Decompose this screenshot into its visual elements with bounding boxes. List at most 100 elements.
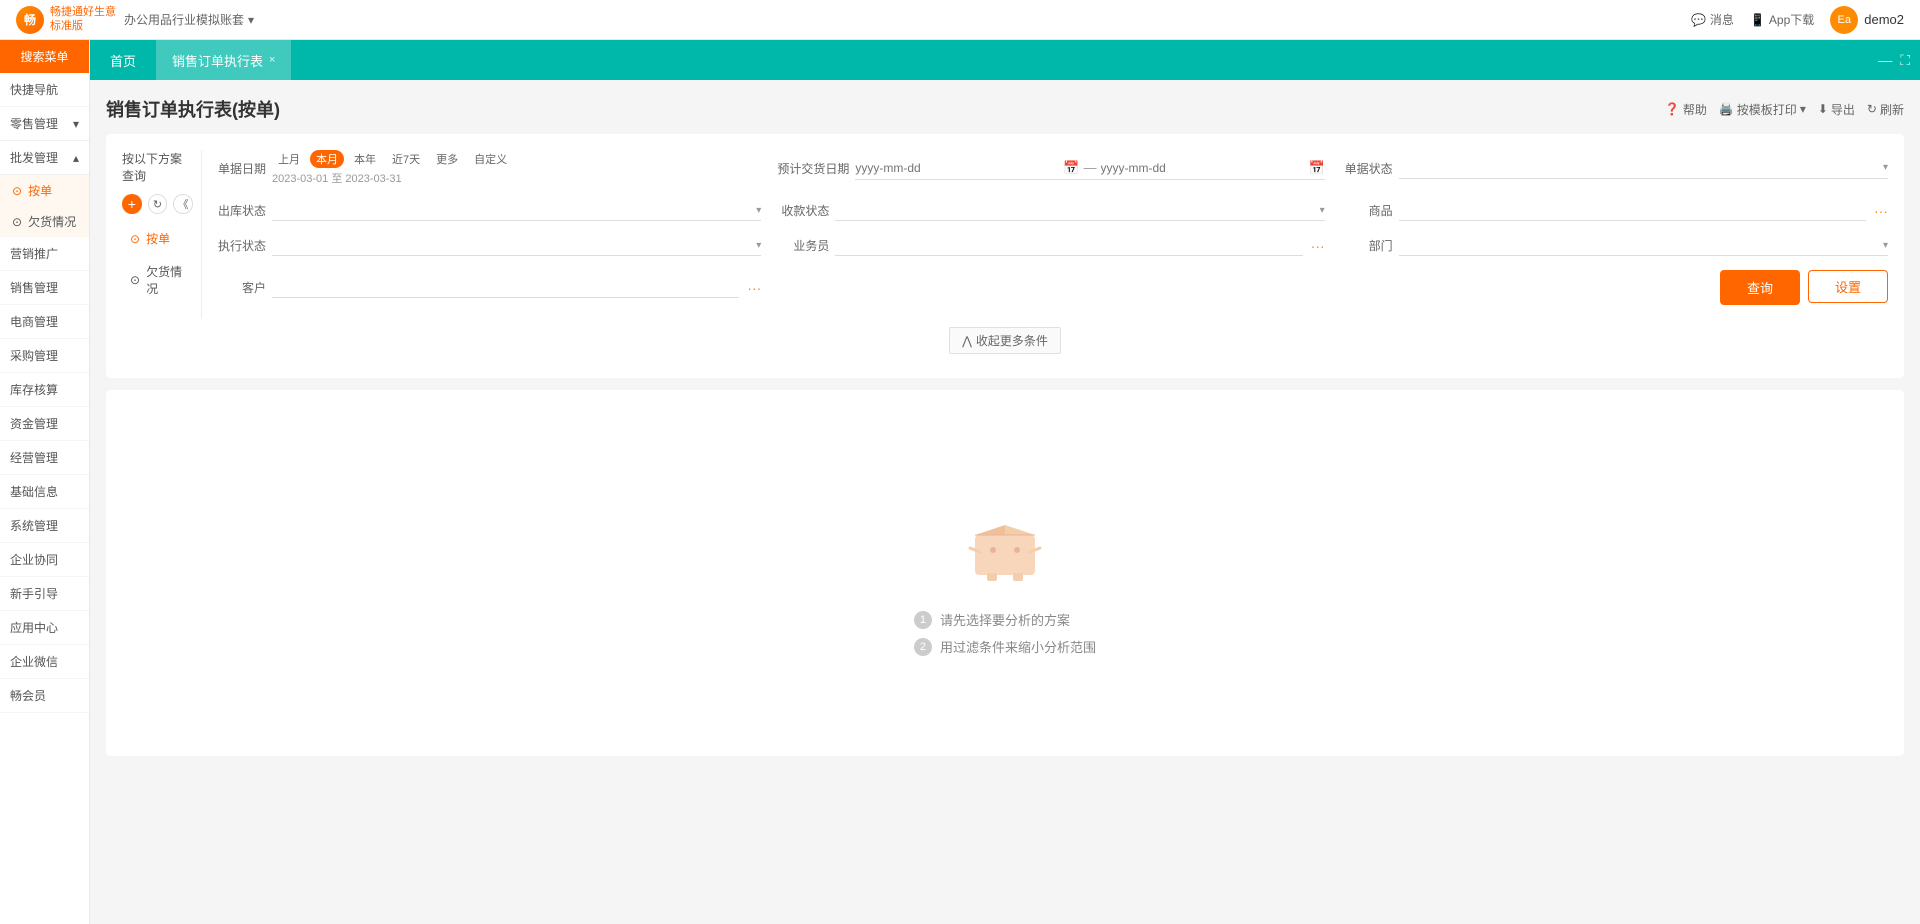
period-tag-last-month[interactable]: 上月: [272, 150, 306, 168]
period-tag-more[interactable]: 更多: [430, 150, 464, 168]
receipt-status-arrow-icon: ▾: [1320, 205, 1325, 216]
sidebar-item-member[interactable]: 畅会员: [0, 679, 89, 713]
dept-select[interactable]: [1399, 238, 1883, 252]
filter-nav-order[interactable]: ⊙ 按单: [122, 224, 193, 253]
filter-cell-expected-date: 预计交货日期 📅 — 📅: [777, 157, 1324, 180]
period-tag-last7[interactable]: 近7天: [386, 150, 426, 168]
doc-status-select[interactable]: [1399, 161, 1883, 175]
filter-row-2: 出库状态 ▾ 收款状态: [214, 200, 1888, 221]
filter-collapse-button[interactable]: 《: [173, 194, 193, 214]
receipt-status-select[interactable]: [835, 203, 1319, 217]
period-tag-custom[interactable]: 自定义: [468, 150, 513, 168]
sidebar-item-operation[interactable]: 经营管理: [0, 441, 89, 475]
filter-cell-out-status: 出库状态 ▾: [214, 200, 761, 221]
filter-nav-debt[interactable]: ⊙ 欠货情况: [122, 257, 193, 303]
message-button[interactable]: 💬 消息: [1691, 11, 1734, 28]
order-icon: ⊙: [12, 184, 22, 198]
debt-icon: ⊙: [12, 215, 22, 229]
out-status-select[interactable]: [272, 203, 756, 217]
filter-section-label: 按以下方案查询: [122, 150, 193, 184]
sidebar-item-newbie[interactable]: 新手引导: [0, 577, 89, 611]
sidebar-item-basic[interactable]: 基础信息: [0, 475, 89, 509]
sidebar-item-purchase[interactable]: 采购管理: [0, 339, 89, 373]
app-download-button[interactable]: 📱 App下载: [1750, 11, 1814, 28]
filter-nav-debt-icon: ⊙: [130, 273, 140, 287]
date-range-text: 2023-03-01 至 2023-03-31: [272, 170, 761, 186]
filter-nav-order-icon: ⊙: [130, 232, 140, 246]
sidebar-item-ecommerce[interactable]: 电商管理: [0, 305, 89, 339]
help-button[interactable]: ❓ 帮助: [1665, 101, 1707, 118]
logo-area: 畅 畅捷通好生意 标准版: [16, 6, 116, 34]
empty-state: 1 请先选择要分析的方案 2 用过滤条件来缩小分析范围: [126, 410, 1884, 736]
industry-arrow-icon: ▾: [248, 13, 254, 27]
customer-label: 客户: [214, 279, 266, 296]
sidebar-search[interactable]: 搜索菜单: [0, 40, 89, 73]
tab-sales-order-exec[interactable]: 销售订单执行表 ×: [156, 40, 291, 80]
customer-input[interactable]: [272, 277, 739, 298]
filter-row-3: 执行状态 ▾ 业务员: [214, 235, 1888, 256]
sidebar-item-wholesale[interactable]: 批发管理 ▴: [0, 141, 89, 175]
customer-more-icon[interactable]: ···: [745, 280, 761, 296]
filter-cell-salesperson: 业务员 ···: [777, 235, 1324, 256]
industry-selector[interactable]: 办公用品行业模拟账套 ▾: [124, 11, 254, 28]
refresh-button[interactable]: ↻ 刷新: [1867, 101, 1904, 118]
expected-date-start-cal-icon[interactable]: 📅: [1063, 160, 1079, 176]
sidebar-item-appstore[interactable]: 应用中心: [0, 611, 89, 645]
sidebar-item-quick-nav[interactable]: 快捷导航: [0, 73, 89, 107]
period-tag-current-year[interactable]: 本年: [348, 150, 382, 168]
filter-cell-receipt-status: 收款状态 ▾: [777, 200, 1324, 221]
sidebar-sub-item-debt[interactable]: ⊙ 欠货情况: [0, 206, 89, 237]
product-more-icon[interactable]: ···: [1872, 203, 1888, 219]
out-status-arrow-icon: ▾: [756, 205, 761, 216]
sidebar-item-wechat[interactable]: 企业微信: [0, 645, 89, 679]
main-content-area: 1 请先选择要分析的方案 2 用过滤条件来缩小分析范围: [106, 390, 1904, 756]
receipt-status-select-wrap[interactable]: ▾: [835, 200, 1324, 221]
salesperson-label: 业务员: [777, 237, 829, 254]
window-minimize-button[interactable]: —: [1878, 52, 1892, 68]
receipt-status-label: 收款状态: [777, 202, 829, 219]
refresh-icon: ↻: [1867, 102, 1877, 116]
filter-refresh-button[interactable]: ↻: [148, 194, 168, 214]
exec-status-select[interactable]: [272, 238, 756, 252]
sidebar-item-system[interactable]: 系统管理: [0, 509, 89, 543]
doc-status-label: 单据状态: [1341, 160, 1393, 177]
product-input[interactable]: [1399, 200, 1866, 221]
sidebar-item-finance[interactable]: 资金管理: [0, 407, 89, 441]
sidebar-item-sales[interactable]: 销售管理: [0, 271, 89, 305]
exec-status-select-wrap[interactable]: ▾: [272, 235, 761, 256]
tab-home[interactable]: 首页: [90, 40, 156, 80]
sidebar-item-inventory[interactable]: 库存核算: [0, 373, 89, 407]
salesperson-input[interactable]: [835, 235, 1302, 256]
sidebar-item-marketing[interactable]: 营销推广: [0, 237, 89, 271]
filter-left-nav: 按以下方案查询 + ↻ 《 ⊙ 按单 ⊙ 欠货情: [122, 150, 202, 319]
window-maximize-button[interactable]: ⛶: [1900, 52, 1910, 69]
expected-date-end-cal-icon[interactable]: 📅: [1308, 160, 1324, 176]
dept-select-wrap[interactable]: ▾: [1399, 235, 1888, 256]
print-template-button[interactable]: 🖨️ 按模板打印 ▾: [1719, 101, 1806, 118]
expected-date-start-input[interactable]: [855, 161, 1059, 175]
doc-date-label: 单据日期: [214, 160, 266, 177]
query-button[interactable]: 查询: [1720, 270, 1800, 305]
tab-close-icon[interactable]: ×: [269, 54, 275, 66]
empty-tip-2: 2 用过滤条件来缩小分析范围: [914, 637, 1096, 656]
content-area: 首页 销售订单执行表 × — ⛶ 销售订单执行表(按单) ❓ 帮助: [90, 40, 1920, 924]
export-button[interactable]: ⬇ 导出: [1818, 101, 1855, 118]
out-status-select-wrap[interactable]: ▾: [272, 200, 761, 221]
out-status-label: 出库状态: [214, 202, 266, 219]
filter-row-1: 单据日期 上月 本月 本年 近7天 更多 自定义: [214, 150, 1888, 186]
settings-button[interactable]: 设置: [1808, 270, 1888, 303]
user-profile[interactable]: Ea demo2: [1830, 6, 1904, 34]
collapse-more-button[interactable]: ⋀ 收起更多条件: [949, 327, 1061, 354]
sidebar-item-enterprise[interactable]: 企业协同: [0, 543, 89, 577]
period-tag-current-month[interactable]: 本月: [310, 150, 344, 168]
product-label: 商品: [1341, 202, 1393, 219]
salesperson-more-icon[interactable]: ···: [1309, 238, 1325, 254]
filter-container: 按以下方案查询 + ↻ 《 ⊙ 按单 ⊙ 欠货情: [122, 150, 1888, 319]
filter-add-button[interactable]: +: [122, 194, 142, 214]
sidebar-sub-item-order[interactable]: ⊙ 按单: [0, 175, 89, 206]
doc-status-select-wrap[interactable]: ▾: [1399, 158, 1888, 179]
export-icon: ⬇: [1818, 102, 1828, 116]
sidebar-item-retail[interactable]: 零售管理 ▾: [0, 107, 89, 141]
expected-date-end-input[interactable]: [1101, 161, 1305, 175]
main-layout: 搜索菜单 快捷导航 零售管理 ▾ 批发管理 ▴ ⊙ 按单 ⊙ 欠货情况 营销推广: [0, 40, 1920, 924]
